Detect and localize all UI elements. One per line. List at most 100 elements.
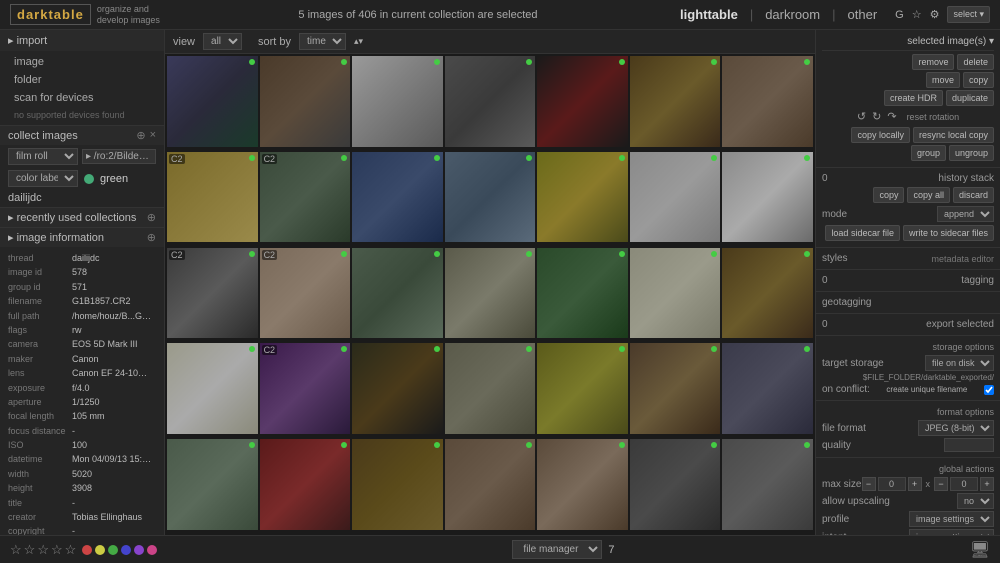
recently-header[interactable]: ▸ recently used collections ⊕ — [0, 208, 164, 227]
star-1[interactable]: ☆ — [10, 542, 22, 558]
color-filter-red[interactable] — [82, 545, 92, 555]
max-size-input2[interactable] — [950, 477, 978, 491]
import-image[interactable]: image — [0, 53, 164, 71]
thumbnail-26[interactable] — [630, 343, 721, 434]
thumbnail-34[interactable] — [722, 439, 813, 530]
thumbnail-28[interactable] — [167, 439, 258, 530]
refresh-icon[interactable]: ↺ — [857, 110, 866, 123]
nav-star-icon[interactable]: ☆ — [912, 8, 922, 21]
sort-select[interactable]: time — [299, 33, 346, 50]
mode-select[interactable]: append — [937, 206, 994, 222]
thumbnail-22[interactable]: C2 — [260, 343, 351, 434]
thumbnail-18[interactable] — [537, 248, 628, 339]
nav-g[interactable]: G — [895, 9, 904, 21]
file-format-select[interactable]: JPEG (8-bit) — [918, 420, 994, 436]
remove-button[interactable]: remove — [912, 54, 954, 70]
write-sidecar-button[interactable]: write to sidecar files — [903, 225, 994, 241]
group-button[interactable]: group — [911, 145, 946, 161]
thumbnail-29[interactable] — [260, 439, 351, 530]
history-copy-all-button[interactable]: copy all — [907, 187, 950, 203]
target-storage-select[interactable]: file on disk — [925, 355, 994, 371]
create-unique-checkbox[interactable] — [984, 385, 994, 395]
star-5[interactable]: ☆ — [65, 542, 77, 558]
thumbnail-5[interactable] — [630, 56, 721, 147]
nav-other[interactable]: other — [844, 5, 882, 24]
intent-select[interactable]: image settings — [909, 529, 994, 535]
thumbnail-1[interactable] — [260, 56, 351, 147]
collect-icon-2[interactable]: × — [150, 129, 156, 142]
thumbnail-24[interactable] — [445, 343, 536, 434]
thumbnail-15[interactable]: C2 — [260, 248, 351, 339]
thumbnail-0[interactable] — [167, 56, 258, 147]
max-size-input1[interactable] — [878, 477, 906, 491]
file-manager-select[interactable]: file manager — [512, 540, 602, 559]
thumbnail-10[interactable] — [445, 152, 536, 243]
thumbnail-8[interactable]: C2 — [260, 152, 351, 243]
copy-button[interactable]: copy — [963, 72, 994, 88]
duplicate-button[interactable]: duplicate — [946, 90, 994, 106]
collect-icon-1[interactable]: ⊕ — [136, 129, 145, 142]
profile-select[interactable]: image settings — [909, 511, 994, 527]
thumbnail-16[interactable] — [352, 248, 443, 339]
color-filter-green[interactable] — [108, 545, 118, 555]
thumbnail-6[interactable] — [722, 56, 813, 147]
thumbnail-31[interactable] — [445, 439, 536, 530]
create-hdr-button[interactable]: create HDR — [884, 90, 943, 106]
star-rating[interactable]: ☆ ☆ ☆ ☆ ☆ — [10, 542, 76, 558]
import-scan[interactable]: scan for devices — [0, 89, 164, 107]
thumbnail-14[interactable]: C2 — [167, 248, 258, 339]
thumbnail-23[interactable] — [352, 343, 443, 434]
thumbnail-19[interactable] — [630, 248, 721, 339]
thumbnail-9[interactable] — [352, 152, 443, 243]
color-filter-purple[interactable] — [134, 545, 144, 555]
thumbnail-3[interactable] — [445, 56, 536, 147]
image-info-header[interactable]: ▸ image information ⊕ — [0, 228, 164, 247]
load-sidecar-button[interactable]: load sidecar file — [825, 225, 900, 241]
nav-lighttable[interactable]: lighttable — [676, 5, 742, 24]
nav-darkroom[interactable]: darkroom — [761, 5, 824, 24]
move-button[interactable]: move — [926, 72, 960, 88]
thumbnail-30[interactable] — [352, 439, 443, 530]
thumbnail-7[interactable]: C2 — [167, 152, 258, 243]
thumbnail-2[interactable] — [352, 56, 443, 147]
max-size-minus2[interactable]: − — [934, 477, 948, 491]
view-select[interactable]: all — [203, 33, 242, 50]
thumbnail-25[interactable] — [537, 343, 628, 434]
rotate-cw-icon[interactable]: ↻ — [872, 110, 881, 123]
thumbnail-32[interactable] — [537, 439, 628, 530]
film-roll-select[interactable]: film roll — [8, 148, 78, 165]
thumbnail-11[interactable] — [537, 152, 628, 243]
sort-arrows-icon[interactable]: ▴▾ — [354, 36, 363, 47]
thumbnail-17[interactable] — [445, 248, 536, 339]
thumbnail-21[interactable] — [167, 343, 258, 434]
select-button[interactable]: select ▾ — [947, 6, 990, 23]
thumbnail-27[interactable] — [722, 343, 813, 434]
color-filter-yellow[interactable] — [95, 545, 105, 555]
upscaling-select[interactable]: no — [957, 493, 994, 509]
max-size-plus2[interactable]: + — [980, 477, 994, 491]
quality-input[interactable]: 25 — [944, 438, 994, 452]
import-folder[interactable]: folder — [0, 71, 164, 89]
rotate-ccw-icon[interactable]: ↷ — [887, 110, 896, 123]
resync-button[interactable]: resync local copy — [913, 127, 994, 143]
import-header[interactable]: ▸ import — [0, 30, 164, 51]
thumbnail-4[interactable] — [537, 56, 628, 147]
color-label-select[interactable]: color label — [8, 170, 78, 187]
color-filter-blue[interactable] — [121, 545, 131, 555]
copy-locally-button[interactable]: copy locally — [851, 127, 910, 143]
color-filter-pink[interactable] — [147, 545, 157, 555]
star-2[interactable]: ☆ — [24, 542, 36, 558]
max-size-minus1[interactable]: − — [862, 477, 876, 491]
delete-button[interactable]: delete — [957, 54, 994, 70]
history-copy-button[interactable]: copy — [873, 187, 904, 203]
thumbnail-33[interactable] — [630, 439, 721, 530]
history-discard-button[interactable]: discard — [953, 187, 994, 203]
thumbnail-20[interactable] — [722, 248, 813, 339]
thumbnail-12[interactable] — [630, 152, 721, 243]
max-size-plus1[interactable]: + — [908, 477, 922, 491]
star-4[interactable]: ☆ — [51, 542, 63, 558]
ungroup-button[interactable]: ungroup — [949, 145, 994, 161]
nav-gear-icon[interactable]: ⚙ — [930, 8, 940, 21]
thumbnail-13[interactable] — [722, 152, 813, 243]
star-3[interactable]: ☆ — [37, 542, 49, 558]
